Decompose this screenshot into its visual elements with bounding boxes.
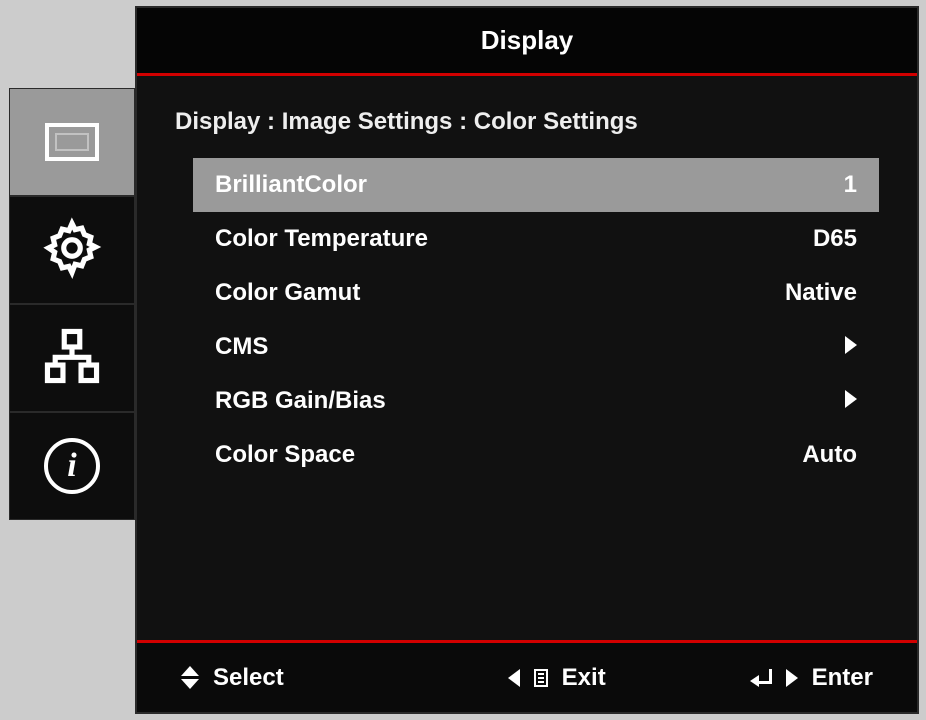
- menu-item-cms[interactable]: CMS: [193, 320, 879, 374]
- footer-exit-label: Exit: [562, 664, 606, 692]
- menu-item-value: D65: [797, 225, 857, 253]
- content-area: Display : Image Settings : Color Setting…: [137, 76, 917, 640]
- sidebar-item-info[interactable]: i: [9, 412, 135, 520]
- sidebar: i: [9, 88, 135, 520]
- triangle-right-icon: [786, 669, 798, 687]
- menu-item-color-temperature[interactable]: Color Temperature D65: [193, 212, 879, 266]
- menu-item-brilliantcolor[interactable]: BrilliantColor 1: [193, 158, 879, 212]
- enter-icon: [750, 669, 772, 687]
- sidebar-item-display[interactable]: [9, 88, 135, 196]
- breadcrumb: Display : Image Settings : Color Setting…: [175, 108, 879, 136]
- network-icon: [41, 325, 103, 392]
- menu-item-label: Color Temperature: [215, 225, 428, 253]
- footer-select-label: Select: [213, 664, 284, 692]
- info-icon: i: [44, 438, 100, 494]
- submenu-arrow: [797, 387, 857, 415]
- menu-item-rgb-gain-bias[interactable]: RGB Gain/Bias: [193, 374, 879, 428]
- gear-icon: [41, 217, 103, 284]
- title-bar: Display: [137, 8, 917, 76]
- footer-bar: Select Exit Enter: [137, 640, 917, 712]
- menu-item-label: BrilliantColor: [215, 171, 367, 199]
- menu-list: BrilliantColor 1 Color Temperature D65 C…: [193, 158, 879, 482]
- submenu-arrow: [797, 333, 857, 361]
- menu-item-label: RGB Gain/Bias: [215, 387, 386, 415]
- main-panel: Display Display : Image Settings : Color…: [135, 6, 919, 714]
- footer-select: Select: [181, 664, 284, 692]
- page-title: Display: [481, 25, 574, 56]
- display-icon: [45, 123, 99, 161]
- menu-item-label: Color Space: [215, 441, 355, 469]
- updown-icon: [181, 666, 199, 689]
- menu-item-label: CMS: [215, 333, 268, 361]
- triangle-left-icon: [508, 669, 520, 687]
- menu-item-color-gamut[interactable]: Color Gamut Native: [193, 266, 879, 320]
- menu-list-icon: [534, 669, 548, 687]
- menu-item-value: Auto: [797, 441, 857, 469]
- menu-item-value: Native: [785, 279, 857, 307]
- menu-item-label: Color Gamut: [215, 279, 360, 307]
- footer-enter: Enter: [750, 664, 873, 692]
- sidebar-item-network[interactable]: [9, 304, 135, 412]
- menu-item-value: 1: [797, 171, 857, 199]
- menu-item-color-space[interactable]: Color Space Auto: [193, 428, 879, 482]
- footer-exit: Exit: [508, 664, 606, 692]
- chevron-right-icon: [845, 336, 857, 354]
- chevron-right-icon: [845, 390, 857, 408]
- footer-enter-label: Enter: [812, 664, 873, 692]
- sidebar-item-settings[interactable]: [9, 196, 135, 304]
